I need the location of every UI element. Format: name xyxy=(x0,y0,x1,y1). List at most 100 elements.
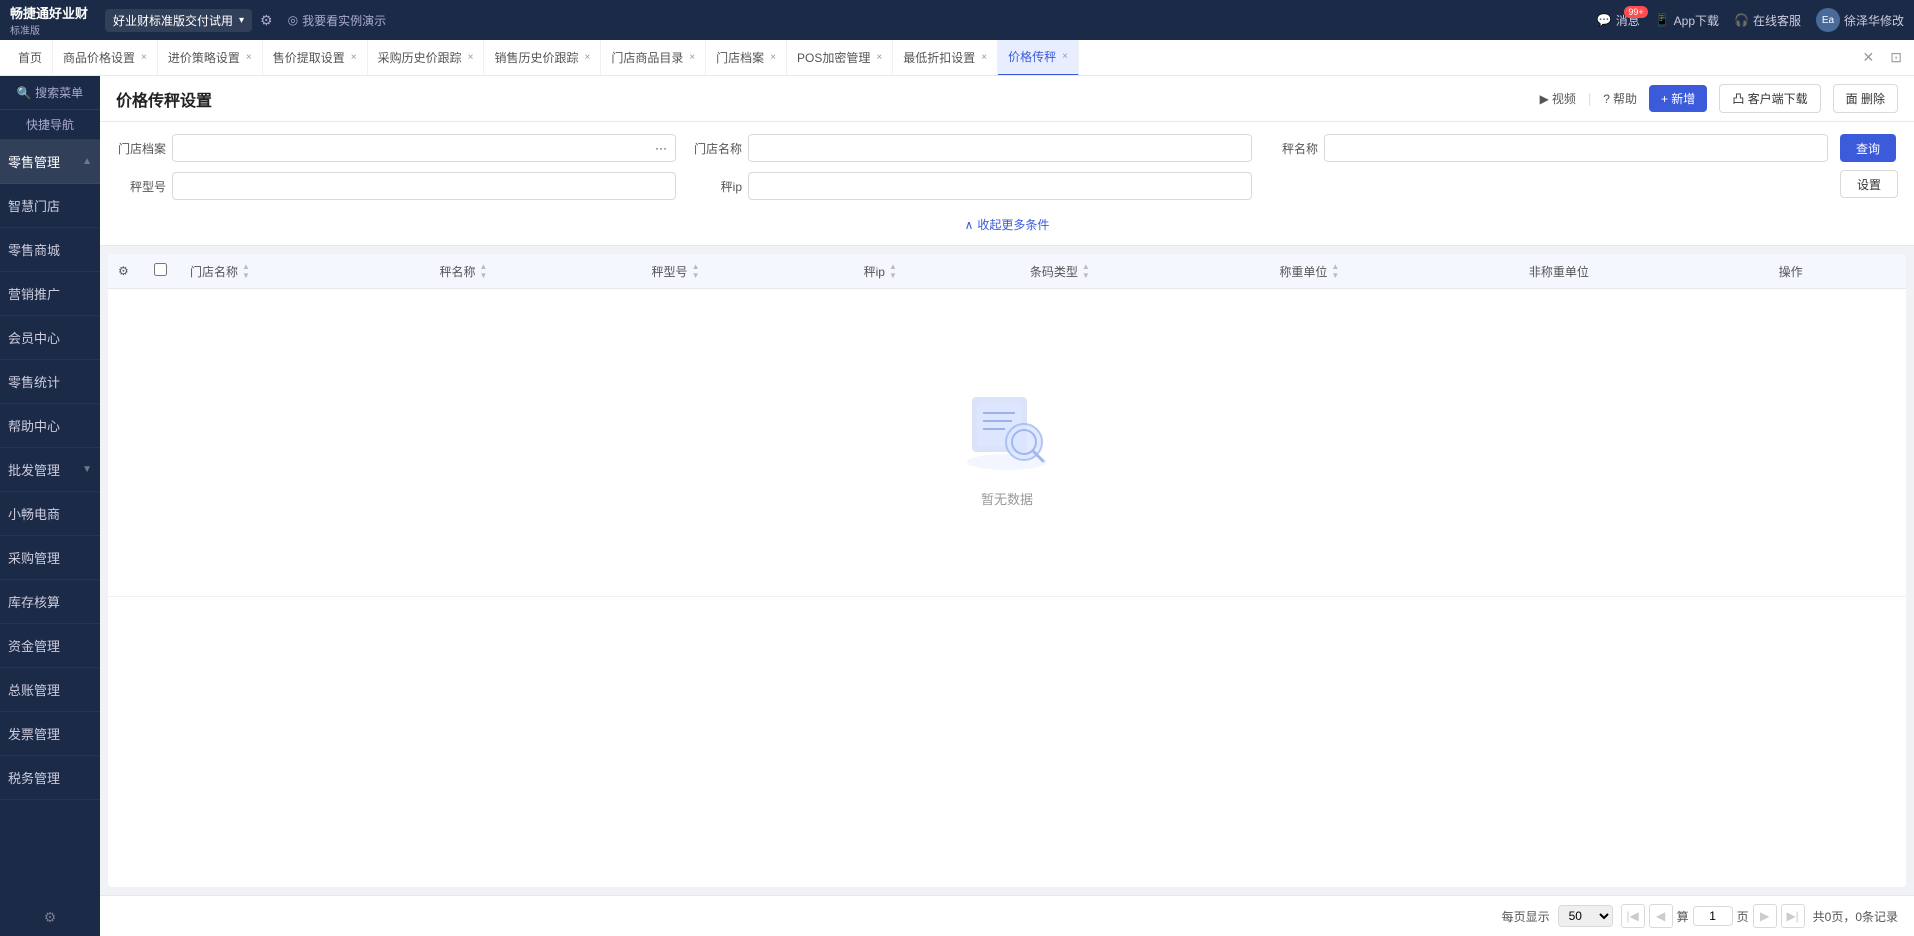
tab-sale-history[interactable]: 销售历史价跟踪 × xyxy=(484,40,601,76)
sidebar-item-retail-stats[interactable]: 零售统计 xyxy=(0,360,100,404)
sidebar-item-retail-manage[interactable]: 零售管理 ▲ xyxy=(0,140,100,184)
tab-price-setting-close[interactable]: × xyxy=(141,52,147,63)
video-link[interactable]: ▶ 视频 xyxy=(1540,90,1576,107)
sidebar: 🔍 搜索菜单 快捷导航 零售管理 ▲ 智慧门店 零售商城 营销推广 会员中心 xyxy=(0,76,100,936)
tab-store-catalog[interactable]: 门店商品目录 × xyxy=(601,40,706,76)
tab-purchase-strategy[interactable]: 进价策略设置 × xyxy=(158,40,263,76)
sidebar-search[interactable]: 🔍 搜索菜单 xyxy=(0,76,100,110)
search-form: 门店档案 ··· 门店名称 秤名称 xyxy=(100,122,1914,246)
tab-min-discount[interactable]: 最低折扣设置 × xyxy=(893,40,998,76)
sidebar-item-finance[interactable]: 资金管理 xyxy=(0,624,100,668)
tab-sale-price-label: 售价提取设置 xyxy=(273,49,345,66)
scale-ip-input[interactable] xyxy=(748,172,1252,200)
tab-price-scale-close[interactable]: × xyxy=(1062,51,1068,62)
expand-tabs-icon[interactable]: ⊡ xyxy=(1886,47,1906,68)
th-scale-ip-label: 秤ip xyxy=(864,263,885,280)
tab-purchase-history-close[interactable]: × xyxy=(468,52,474,63)
th-scale-model-sort[interactable]: ▲▼ xyxy=(692,262,700,280)
sidebar-quick-nav[interactable]: 快捷导航 xyxy=(0,110,100,140)
th-barcode-type-sort[interactable]: ▲▼ xyxy=(1082,262,1090,280)
collapse-button[interactable]: ∧ 收起更多条件 xyxy=(965,216,1050,233)
page-last-button[interactable]: ▶| xyxy=(1781,904,1805,928)
tab-min-discount-close[interactable]: × xyxy=(981,52,987,63)
tab-home[interactable]: 首页 xyxy=(8,40,53,76)
tab-sale-history-label: 销售历史价跟踪 xyxy=(494,49,578,66)
th-store-name-sort[interactable]: ▲▼ xyxy=(242,262,250,280)
th-non-weight-unit-label: 非称重单位 xyxy=(1529,265,1589,279)
page-prev-button[interactable]: ◀ xyxy=(1649,904,1673,928)
app-download-icon: 📱 xyxy=(1655,13,1670,27)
tab-sale-history-close[interactable]: × xyxy=(584,52,590,63)
delete-button[interactable]: 面 删除 xyxy=(1833,84,1898,113)
help-link[interactable]: ? 帮助 xyxy=(1603,90,1637,107)
app-settings-icon[interactable]: ⚙ xyxy=(260,12,273,29)
tab-sale-price[interactable]: 售价提取设置 × xyxy=(263,40,368,76)
content: 价格传秤设置 ▶ 视频 | ? 帮助 + 新增 凸 客户端下载 面 删除 xyxy=(100,76,1914,936)
tab-price-setting[interactable]: 商品价格设置 × xyxy=(53,40,158,76)
sidebar-item-mini-ecom[interactable]: 小畅电商 xyxy=(0,492,100,536)
store-file-dots: ··· xyxy=(655,141,667,155)
tab-purchase-history[interactable]: 采购历史价跟踪 × xyxy=(368,40,485,76)
sidebar-item-invoice[interactable]: 发票管理 xyxy=(0,712,100,756)
th-scale-name-sort[interactable]: ▲▼ xyxy=(480,262,488,280)
table-area: ⚙ 门店名称 ▲▼ xyxy=(108,254,1906,887)
tab-store-file-close[interactable]: × xyxy=(770,52,776,63)
tab-store-file[interactable]: 门店档案 × xyxy=(706,40,787,76)
video-label: 视频 xyxy=(1552,90,1576,107)
query-button[interactable]: 查询 xyxy=(1840,134,1896,162)
sidebar-item-smart-store[interactable]: 智慧门店 xyxy=(0,184,100,228)
sidebar-item-inventory[interactable]: 库存核算 xyxy=(0,580,100,624)
scale-model-input[interactable] xyxy=(172,172,676,200)
demo-button[interactable]: ◎ 我要看实例演示 xyxy=(288,12,387,29)
app-download-button[interactable]: 📱 App下载 xyxy=(1655,12,1719,29)
store-name-input[interactable] xyxy=(748,134,1252,162)
sidebar-item-member-center[interactable]: 会员中心 xyxy=(0,316,100,360)
demo-label: 我要看实例演示 xyxy=(302,12,386,29)
sidebar-item-purchase-manage[interactable]: 采购管理 xyxy=(0,536,100,580)
online-service-button[interactable]: 🎧 在线客服 xyxy=(1734,12,1801,29)
page-first-button[interactable]: |◀ xyxy=(1621,904,1645,928)
tab-pos-manage-close[interactable]: × xyxy=(876,52,882,63)
page-title: 价格传秤设置 xyxy=(116,87,212,111)
th-weight-unit-sort[interactable]: ▲▼ xyxy=(1331,262,1339,280)
scale-ip-field: 秤ip xyxy=(692,172,1252,200)
close-all-tabs-icon[interactable]: ✕ xyxy=(1859,47,1879,68)
sidebar-settings-icon[interactable]: ⚙ xyxy=(0,899,100,936)
add-button[interactable]: + 新增 xyxy=(1649,85,1707,112)
scale-name-input[interactable] xyxy=(1324,134,1828,162)
page-next-button[interactable]: ▶ xyxy=(1753,904,1777,928)
video-icon: ▶ xyxy=(1540,92,1549,106)
sidebar-item-tax-manage[interactable]: 税务管理 xyxy=(0,756,100,800)
store-file-input[interactable]: ··· xyxy=(172,134,676,162)
version-selector[interactable]: 好业财标准版交付试用 ▾ xyxy=(105,9,252,32)
download-button[interactable]: 凸 客户端下载 xyxy=(1719,84,1820,113)
page-unit-label: 页 xyxy=(1737,908,1749,925)
message-button[interactable]: 💬 消息 99+ xyxy=(1597,12,1640,29)
th-settings[interactable]: ⚙ xyxy=(108,254,144,289)
th-scale-ip-sort[interactable]: ▲▼ xyxy=(889,262,897,280)
sidebar-item-mini-ecom-label: 小畅电商 xyxy=(8,504,60,523)
tab-store-catalog-close[interactable]: × xyxy=(689,52,695,63)
tab-bar: 首页 商品价格设置 × 进价策略设置 × 售价提取设置 × 采购历史价跟踪 × … xyxy=(0,40,1914,76)
table-header: ⚙ 门店名称 ▲▼ xyxy=(108,254,1906,289)
user-info[interactable]: Ea 徐泽华修改 xyxy=(1816,8,1904,32)
sidebar-item-retail-mall[interactable]: 零售商城 xyxy=(0,228,100,272)
sidebar-item-help-center[interactable]: 帮助中心 xyxy=(0,404,100,448)
select-all-checkbox[interactable] xyxy=(154,263,167,276)
per-page-select[interactable]: 50 10 20 100 xyxy=(1558,905,1613,927)
search-icon: 🔍 xyxy=(17,86,32,100)
sidebar-item-general-ledger[interactable]: 总账管理 xyxy=(0,668,100,712)
sidebar-item-marketing[interactable]: 营销推广 xyxy=(0,272,100,316)
set-button[interactable]: 设置 xyxy=(1840,170,1898,198)
sidebar-item-wholesale-manage-arrow: ▼ xyxy=(82,464,92,475)
th-store-name-label: 门店名称 xyxy=(190,263,238,280)
tab-price-scale[interactable]: 价格传秤 × xyxy=(998,40,1079,76)
th-checkbox[interactable] xyxy=(144,254,180,289)
tab-sale-price-close[interactable]: × xyxy=(351,52,357,63)
tab-purchase-strategy-close[interactable]: × xyxy=(246,52,252,63)
tab-purchase-strategy-label: 进价策略设置 xyxy=(168,49,240,66)
sidebar-item-retail-mall-label: 零售商城 xyxy=(8,240,60,259)
tab-pos-manage[interactable]: POS加密管理 × xyxy=(787,40,893,76)
page-number-input[interactable] xyxy=(1693,906,1733,926)
sidebar-item-wholesale-manage[interactable]: 批发管理 ▼ xyxy=(0,448,100,492)
